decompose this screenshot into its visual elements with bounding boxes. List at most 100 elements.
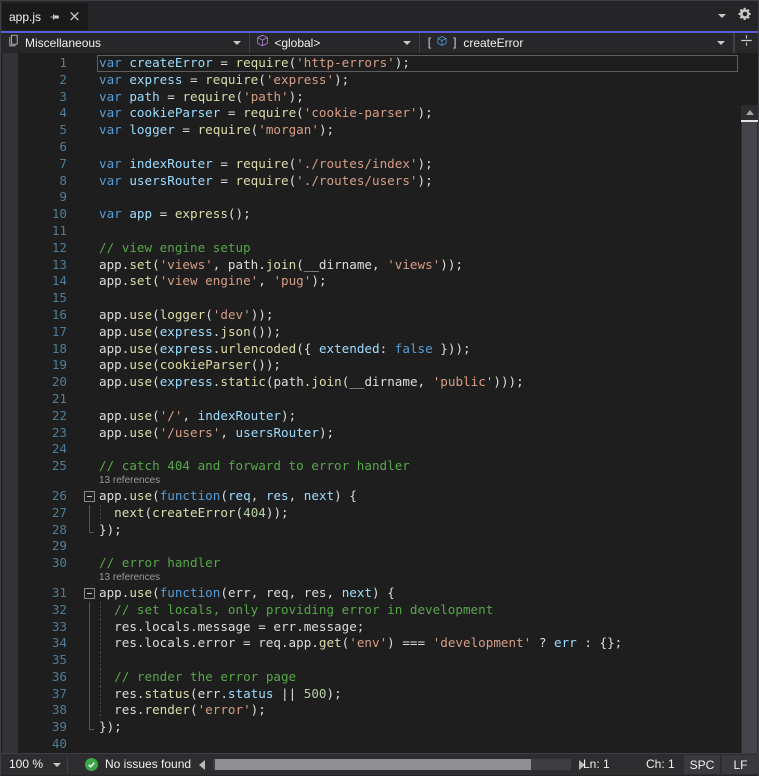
split-editor-button[interactable]	[734, 33, 758, 53]
code-line[interactable]: 40	[1, 736, 741, 753]
horizontal-scrollbar[interactable]	[213, 759, 571, 770]
scroll-left-icon[interactable]	[199, 760, 205, 770]
line-number[interactable]: 5	[1, 122, 67, 139]
issues-status[interactable]: No issues found	[105, 757, 191, 771]
code-line[interactable]: 2var express = require('express');	[1, 72, 741, 89]
code-line[interactable]: 17app.use(express.json());	[1, 324, 741, 341]
code-line[interactable]: 24	[1, 441, 741, 458]
code-line[interactable]: 16app.use(logger('dev'));	[1, 307, 741, 324]
line-number[interactable]: 27	[1, 505, 67, 522]
code-area[interactable]: 1var createError = require('http-errors'…	[1, 55, 741, 753]
code-line[interactable]: 13app.set('views', path.join(__dirname, …	[1, 257, 741, 274]
line-number[interactable]: 8	[1, 173, 67, 190]
line-number[interactable]: 1	[1, 55, 67, 72]
code-line[interactable]: 34 res.locals.error = req.app.get('env')…	[1, 635, 741, 652]
line-number[interactable]: 28	[1, 522, 67, 539]
line-number[interactable]: 31	[1, 585, 67, 602]
line-number[interactable]: 35	[1, 652, 67, 669]
code-line[interactable]: 9	[1, 189, 741, 206]
code-line[interactable]: 30// error handler	[1, 555, 741, 572]
line-number[interactable]: 10	[1, 206, 67, 223]
codelens-references[interactable]: 13 references	[1, 475, 741, 488]
code-line[interactable]: 14app.set('view engine', 'pug');	[1, 273, 741, 290]
code-line[interactable]: 38 res.render('error');	[1, 702, 741, 719]
member-dropdown[interactable]: [ ] createError	[420, 33, 734, 53]
line-number[interactable]: 17	[1, 324, 67, 341]
line-number[interactable]: 29	[1, 538, 67, 555]
code-line[interactable]: 35	[1, 652, 741, 669]
code-line[interactable]: 7var indexRouter = require('./routes/ind…	[1, 156, 741, 173]
issues-ok-icon[interactable]	[85, 758, 98, 771]
code-line[interactable]: 18app.use(express.urlencoded({ extended:…	[1, 341, 741, 358]
line-number[interactable]: 11	[1, 223, 67, 240]
code-line[interactable]: 15	[1, 290, 741, 307]
code-line[interactable]: 29	[1, 538, 741, 555]
code-line[interactable]: 25// catch 404 and forward to error hand…	[1, 458, 741, 475]
line-number[interactable]: 30	[1, 555, 67, 572]
line-number[interactable]: 33	[1, 619, 67, 636]
close-icon[interactable]: ×	[68, 10, 81, 23]
line-number[interactable]: 21	[1, 391, 67, 408]
code-line[interactable]: 6	[1, 139, 741, 156]
code-line[interactable]: 12// view engine setup	[1, 240, 741, 257]
code-line[interactable]: 1var createError = require('http-errors'…	[1, 55, 741, 72]
codelens-references[interactable]: 13 references	[1, 572, 741, 585]
line-number[interactable]: 7	[1, 156, 67, 173]
code-line[interactable]: 4var cookieParser = require('cookie-pars…	[1, 105, 741, 122]
line-number[interactable]: 14	[1, 273, 67, 290]
code-line[interactable]: 28});	[1, 522, 741, 539]
code-line[interactable]: 26app.use(function(req, res, next) {	[1, 488, 741, 505]
line-number[interactable]: 16	[1, 307, 67, 324]
horizontal-scrollbar-thumb[interactable]	[215, 759, 531, 770]
vertical-scrollbar[interactable]	[741, 105, 758, 776]
code-line[interactable]: 19app.use(cookieParser());	[1, 357, 741, 374]
line-number[interactable]: 18	[1, 341, 67, 358]
vertical-scrollbar-thumb[interactable]	[742, 122, 757, 776]
line-number[interactable]: 36	[1, 669, 67, 686]
line-number[interactable]: 40	[1, 736, 67, 753]
line-number[interactable]: 3	[1, 89, 67, 106]
line-number[interactable]: 9	[1, 189, 67, 206]
code-line[interactable]: 10var app = express();	[1, 206, 741, 223]
line-number[interactable]: 23	[1, 425, 67, 442]
chevron-down-icon[interactable]	[718, 14, 726, 18]
fold-collapse-toggle[interactable]	[84, 588, 95, 599]
line-number[interactable]: 26	[1, 488, 67, 505]
code-line[interactable]: 3var path = require('path');	[1, 89, 741, 106]
code-line[interactable]: 39});	[1, 719, 741, 736]
line-number[interactable]: 12	[1, 240, 67, 257]
line-number[interactable]: 32	[1, 602, 67, 619]
fold-collapse-toggle[interactable]	[84, 491, 95, 502]
line-number[interactable]: 6	[1, 139, 67, 156]
line-number[interactable]: 39	[1, 719, 67, 736]
code-line[interactable]: 5var logger = require('morgan');	[1, 122, 741, 139]
code-line[interactable]: 37 res.status(err.status || 500);	[1, 686, 741, 703]
line-number[interactable]: 15	[1, 290, 67, 307]
code-line[interactable]: 11	[1, 223, 741, 240]
code-line[interactable]: 32 // set locals, only providing error i…	[1, 602, 741, 619]
line-number[interactable]: 22	[1, 408, 67, 425]
code-line[interactable]: 27 next(createError(404));	[1, 505, 741, 522]
line-number[interactable]: 38	[1, 702, 67, 719]
line-number[interactable]: 2	[1, 72, 67, 89]
line-number[interactable]: 4	[1, 105, 67, 122]
code-line[interactable]: 31app.use(function(err, req, res, next) …	[1, 585, 741, 602]
code-editor[interactable]: 1var createError = require('http-errors'…	[1, 53, 758, 753]
project-dropdown[interactable]: Miscellaneous	[1, 33, 250, 53]
zoom-chevron-icon[interactable]	[53, 763, 61, 767]
zoom-level[interactable]: 100 %	[9, 757, 43, 771]
tab-appjs[interactable]: app.js ×	[2, 3, 88, 30]
code-line[interactable]: 20app.use(express.static(path.join(__dir…	[1, 374, 741, 391]
line-number[interactable]: 24	[1, 441, 67, 458]
line-number[interactable]: 25	[1, 458, 67, 475]
code-line[interactable]: 23app.use('/users', usersRouter);	[1, 425, 741, 442]
code-line[interactable]: 33 res.locals.message = err.message;	[1, 619, 741, 636]
code-line[interactable]: 8var usersRouter = require('./routes/use…	[1, 173, 741, 190]
line-number[interactable]: 34	[1, 635, 67, 652]
line-number[interactable]: 13	[1, 257, 67, 274]
code-line[interactable]: 36 // render the error page	[1, 669, 741, 686]
scope-dropdown[interactable]: <global>	[250, 33, 420, 53]
code-line[interactable]: 21	[1, 391, 741, 408]
gear-icon[interactable]	[738, 7, 752, 26]
line-number[interactable]: 19	[1, 357, 67, 374]
